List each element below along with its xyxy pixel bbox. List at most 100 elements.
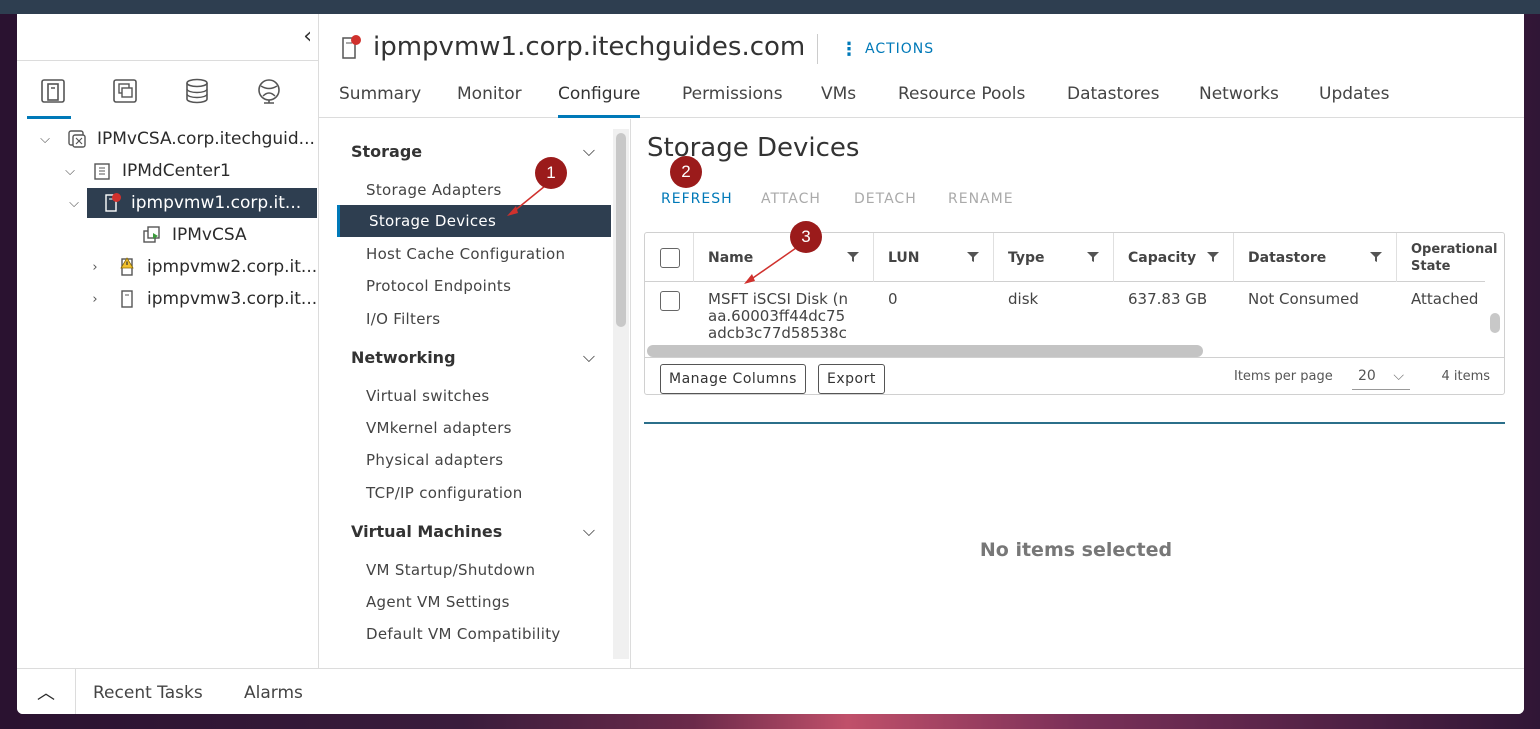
items-per-page-value: 20 <box>1358 367 1376 384</box>
vcenter-icon <box>67 129 87 149</box>
tab-monitor[interactable]: Monitor <box>457 84 522 118</box>
nav-storage-devices[interactable]: Storage Devices <box>337 205 611 237</box>
tab-networks[interactable]: Networks <box>1199 84 1279 118</box>
top-header-bar <box>0 0 1540 14</box>
tree-item-host-selected[interactable]: ⌵ ipmpvmw1.corp.it... <box>61 188 317 218</box>
object-tabs: Summary Monitor Configure Permissions VM… <box>319 78 1524 118</box>
tab-vms[interactable]: VMs <box>821 84 856 118</box>
items-count: 4 items <box>1441 369 1490 384</box>
filter-icon[interactable] <box>1207 251 1219 263</box>
host-alert-icon <box>101 193 121 213</box>
collapse-panel-icon[interactable]: ‹ <box>303 24 312 49</box>
grid-vertical-scrollbar[interactable] <box>1487 283 1503 343</box>
column-label: Capacity <box>1128 249 1197 266</box>
cell-operational-state: Attached <box>1411 291 1479 308</box>
datagrid-footer: Manage Columns Export Items per page 20 … <box>645 357 1504 395</box>
manage-columns-button[interactable]: Manage Columns <box>660 364 806 394</box>
config-nav-scrollbar[interactable] <box>613 129 629 659</box>
column-label: LUN <box>888 249 920 266</box>
nav-vmkernel-adapters[interactable]: VMkernel adapters <box>366 419 512 437</box>
tree-item-label: ipmpvmw3.corp.it... <box>147 289 318 309</box>
tree-item-host3[interactable]: › ipmpvmw3.corp.it... <box>87 284 317 314</box>
nav-default-vm-compatibility[interactable]: Default VM Compatibility <box>366 625 561 643</box>
section-networking[interactable]: Networking ⌵ <box>351 347 595 367</box>
name-line: MSFT iSCSI Disk (n <box>708 291 848 308</box>
nav-io-filters[interactable]: I/O Filters <box>366 310 440 328</box>
storage-tab[interactable] <box>161 61 233 121</box>
tree-item-vcenter[interactable]: ⌵ IPMvCSA.corp.itechguid... <box>37 124 315 154</box>
chevron-down-icon[interactable]: ⌵ <box>61 195 87 211</box>
column-lun[interactable]: LUN <box>874 233 994 282</box>
column-type[interactable]: Type <box>994 233 1114 282</box>
name-line: adcb3c77d58538c <box>708 324 847 342</box>
chevron-up-icon[interactable]: ︿ <box>17 669 76 714</box>
empty-detail-text: No items selected <box>979 539 1173 561</box>
tab-permissions[interactable]: Permissions <box>682 84 783 118</box>
grid-horizontal-scrollbar[interactable] <box>647 345 1203 357</box>
filter-icon[interactable] <box>847 251 859 263</box>
nav-virtual-switches[interactable]: Virtual switches <box>366 387 490 405</box>
select-all-checkbox[interactable] <box>660 247 680 268</box>
host-icon <box>117 289 137 309</box>
chevron-down-icon[interactable]: ⌵ <box>37 132 53 147</box>
cell-capacity: 637.83 GB <box>1128 290 1208 308</box>
filter-icon[interactable] <box>967 251 979 263</box>
networking-tab[interactable] <box>233 61 305 121</box>
table-row[interactable]: MSFT iSCSI Disk (n aa.60003ff44dc75 adcb… <box>645 283 1485 343</box>
rename-button[interactable]: RENAME <box>948 191 1014 207</box>
section-label: Virtual Machines <box>351 521 503 541</box>
chevron-right-icon[interactable]: › <box>87 260 103 275</box>
storage-devices-content: Storage Devices REFRESH ATTACH DETACH RE… <box>644 119 1524 668</box>
nav-tcpip-configuration[interactable]: TCP/IP configuration <box>366 484 523 502</box>
items-per-page-label: Items per page <box>1234 369 1333 384</box>
chevron-down-icon[interactable]: ⌵ <box>62 164 78 179</box>
nav-host-cache-configuration[interactable]: Host Cache Configuration <box>366 245 565 263</box>
recent-tasks-tab[interactable]: Recent Tasks <box>93 683 203 703</box>
configure-nav: Storage ⌵ Storage Adapters Storage Devic… <box>319 119 631 668</box>
network-globe-icon <box>258 79 280 104</box>
tab-datastores[interactable]: Datastores <box>1067 84 1159 118</box>
vms-templates-tab[interactable] <box>89 61 161 121</box>
nav-storage-adapters[interactable]: Storage Adapters <box>366 181 502 199</box>
scrollbar-thumb[interactable] <box>616 133 626 327</box>
cell-datastore: Not Consumed <box>1248 290 1359 308</box>
row-checkbox[interactable] <box>660 291 680 311</box>
callout-badge: 3 <box>790 221 822 253</box>
detach-button[interactable]: DETACH <box>854 191 917 207</box>
vsphere-window: ‹ ⌵ IPMvCSA.corp.itechguid... ⌵ IPMdCent… <box>17 14 1524 714</box>
column-capacity[interactable]: Capacity <box>1114 233 1234 282</box>
nav-protocol-endpoints[interactable]: Protocol Endpoints <box>366 277 511 295</box>
tab-summary[interactable]: Summary <box>339 84 421 118</box>
tree-item-vm[interactable]: IPMvCSA <box>142 220 247 250</box>
tree-item-host2[interactable]: › ipmpvmw2.corp.it... <box>87 252 317 282</box>
scrollbar-thumb[interactable] <box>1490 313 1500 333</box>
chevron-right-icon[interactable]: › <box>87 292 103 307</box>
column-label: Type <box>1008 249 1045 266</box>
alarms-tab[interactable]: Alarms <box>244 683 303 703</box>
cell-type: disk <box>1008 290 1039 308</box>
filter-icon[interactable] <box>1370 251 1382 263</box>
tab-configure[interactable]: Configure <box>558 84 641 118</box>
hosts-clusters-tab[interactable] <box>17 61 89 121</box>
column-operational-state[interactable]: Operational State <box>1397 233 1497 282</box>
items-per-page-select[interactable]: 20 ⌵ <box>1352 362 1410 390</box>
page-title: ipmpvmw1.corp.itechguides.com <box>373 32 806 62</box>
attach-button[interactable]: ATTACH <box>761 191 821 207</box>
column-datastore[interactable]: Datastore <box>1234 233 1397 282</box>
tab-updates[interactable]: Updates <box>1319 84 1389 118</box>
column-name[interactable]: Name <box>694 233 874 282</box>
nav-physical-adapters[interactable]: Physical adapters <box>366 451 503 469</box>
filter-icon[interactable] <box>1087 251 1099 263</box>
section-virtual-machines[interactable]: Virtual Machines ⌵ <box>351 521 595 541</box>
tree-item-datacenter[interactable]: ⌵ IPMdCenter1 <box>62 156 231 186</box>
actions-menu-button[interactable]: ⋮ ACTIONS <box>817 34 934 64</box>
refresh-button[interactable]: REFRESH <box>661 191 733 207</box>
tab-resource-pools[interactable]: Resource Pools <box>898 84 1025 118</box>
section-label: Storage <box>351 141 423 161</box>
bottom-panel: ︿ Recent Tasks Alarms <box>17 668 1524 714</box>
datagrid-header: Name LUN Type Capacity Datastore Operati… <box>645 233 1497 282</box>
export-button[interactable]: Export <box>818 364 885 394</box>
callout-badge: 1 <box>535 157 567 189</box>
nav-agent-vm-settings[interactable]: Agent VM Settings <box>366 593 510 611</box>
nav-vm-startup-shutdown[interactable]: VM Startup/Shutdown <box>366 561 535 579</box>
